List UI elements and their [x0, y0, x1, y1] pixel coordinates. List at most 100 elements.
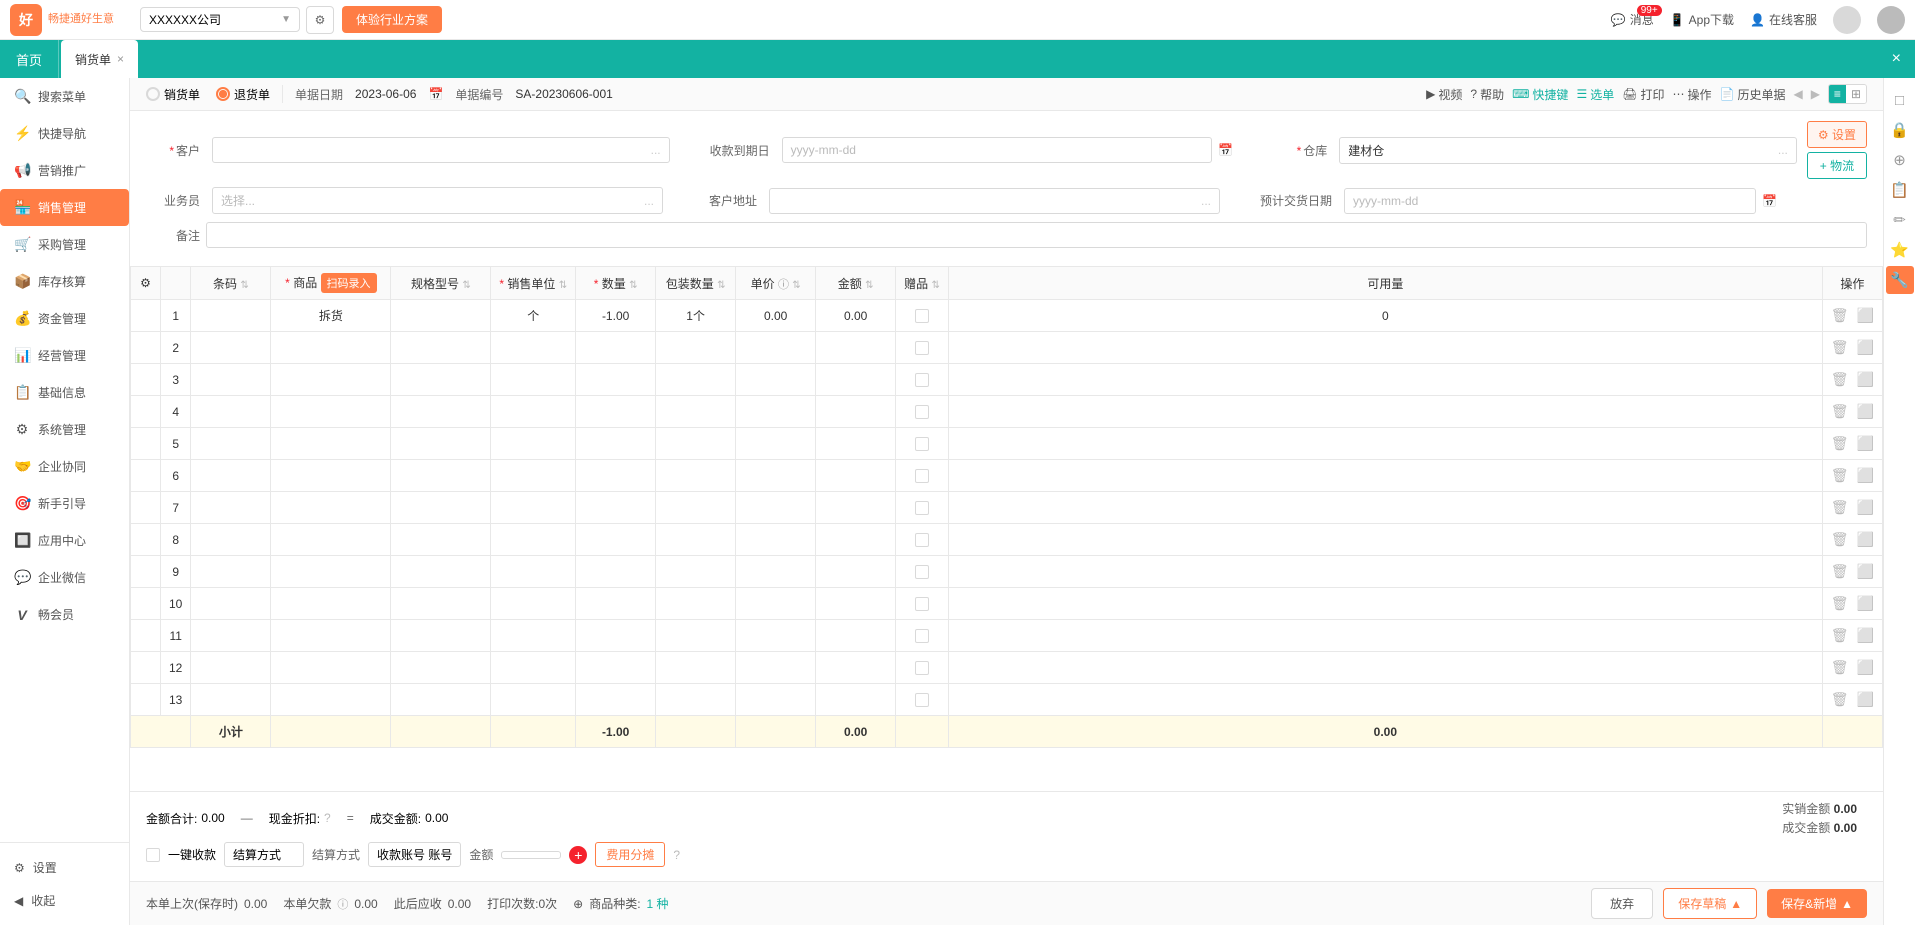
tab-close-icon[interactable]: × — [117, 52, 124, 66]
history-button[interactable]: 📄 历史单据 — [1719, 86, 1785, 103]
cell-unit-11[interactable] — [491, 652, 576, 684]
delete-icon-7[interactable]: 🗑 — [1831, 531, 1849, 548]
cell-price-3[interactable] — [736, 396, 816, 428]
cell-amount-4[interactable] — [816, 428, 896, 460]
cell-qty-3[interactable] — [576, 396, 656, 428]
cell-qty-11[interactable] — [576, 652, 656, 684]
cell-amount-10[interactable] — [816, 620, 896, 652]
print-button[interactable]: 🖨 打印 — [1622, 86, 1664, 103]
copy-icon-0[interactable]: ⬜ — [1857, 307, 1874, 324]
cell-barcode-11[interactable] — [191, 652, 271, 684]
cell-pkg-qty-1[interactable] — [656, 332, 736, 364]
cell-price-8[interactable] — [736, 556, 816, 588]
cell-price-0[interactable]: 0.00 — [736, 300, 816, 332]
cell-barcode-8[interactable] — [191, 556, 271, 588]
cell-unit-1[interactable] — [491, 332, 576, 364]
question-icon[interactable]: ? — [324, 811, 331, 825]
cell-spec-1[interactable] — [391, 332, 491, 364]
cell-spec-10[interactable] — [391, 620, 491, 652]
price-info-icon[interactable]: ⓘ — [778, 279, 789, 291]
shortcut-button[interactable]: ⌨ 快捷键 — [1512, 86, 1568, 103]
sort-unit-icon[interactable]: ⇅ — [559, 280, 567, 291]
cell-unit-8[interactable] — [491, 556, 576, 588]
app-download-button[interactable]: 📱 App下载 — [1670, 11, 1734, 28]
copy-icon-1[interactable]: ⬜ — [1857, 339, 1874, 356]
rp-icon-4[interactable]: 📋 — [1886, 176, 1914, 204]
due-date-input[interactable]: yyyy-mm-dd — [782, 137, 1213, 163]
cell-spec-2[interactable] — [391, 364, 491, 396]
cell-qty-1[interactable] — [576, 332, 656, 364]
one-click-pay-checkbox[interactable] — [146, 848, 160, 862]
action-button[interactable]: ⋯ 操作 — [1672, 86, 1711, 103]
cell-gift-10[interactable] — [896, 620, 949, 652]
scan-button[interactable]: 扫码录入 — [321, 273, 377, 293]
list-view-button[interactable]: ≡ — [1829, 85, 1846, 103]
cell-qty-8[interactable] — [576, 556, 656, 588]
cell-barcode-12[interactable] — [191, 684, 271, 716]
calendar-due-icon[interactable]: 📅 — [1218, 143, 1233, 157]
cell-spec-3[interactable] — [391, 396, 491, 428]
delete-icon-12[interactable]: 🗑 — [1831, 691, 1849, 708]
rp-icon-5[interactable]: ✏ — [1886, 206, 1914, 234]
cell-spec-4[interactable] — [391, 428, 491, 460]
save-new-button[interactable]: 保存&新增 ▲ — [1767, 889, 1867, 918]
copy-icon-4[interactable]: ⬜ — [1857, 435, 1874, 452]
sidebar-item-finance[interactable]: 💰 资金管理 — [0, 300, 129, 337]
cell-spec-8[interactable] — [391, 556, 491, 588]
radio-return-order[interactable]: 退货单 — [216, 86, 270, 103]
remark-input[interactable] — [206, 222, 1867, 248]
cell-unit-0[interactable]: 个 — [491, 300, 576, 332]
radio-sales-order[interactable]: 销货单 — [146, 86, 200, 103]
salesperson-input[interactable]: 选择... ... — [212, 187, 663, 214]
cell-unit-6[interactable] — [491, 492, 576, 524]
close-all-tabs-button[interactable]: × — [1878, 50, 1915, 68]
cell-price-5[interactable] — [736, 460, 816, 492]
copy-icon-9[interactable]: ⬜ — [1857, 595, 1874, 612]
cell-product-8[interactable] — [271, 556, 391, 588]
cell-gift-0[interactable] — [896, 300, 949, 332]
cell-barcode-4[interactable] — [191, 428, 271, 460]
cell-qty-6[interactable] — [576, 492, 656, 524]
product-type-value[interactable]: 1 种 — [647, 895, 669, 912]
cell-product-4[interactable] — [271, 428, 391, 460]
cell-unit-10[interactable] — [491, 620, 576, 652]
cell-pkg-qty-10[interactable] — [656, 620, 736, 652]
cell-amount-6[interactable] — [816, 492, 896, 524]
cell-pkg-qty-2[interactable] — [656, 364, 736, 396]
cell-gift-11[interactable] — [896, 652, 949, 684]
trial-button[interactable]: 体验行业方案 — [342, 6, 442, 33]
cell-barcode-5[interactable] — [191, 460, 271, 492]
copy-icon-11[interactable]: ⬜ — [1857, 659, 1874, 676]
cell-qty-2[interactable] — [576, 364, 656, 396]
cell-gift-7[interactable] — [896, 524, 949, 556]
save-draft-button[interactable]: 保存草稿 ▲ — [1663, 888, 1757, 919]
cell-price-9[interactable] — [736, 588, 816, 620]
amount-input[interactable] — [501, 851, 561, 859]
sidebar-item-app-center[interactable]: 🔲 应用中心 — [0, 522, 129, 559]
cell-unit-7[interactable] — [491, 524, 576, 556]
cell-amount-7[interactable] — [816, 524, 896, 556]
cell-gift-3[interactable] — [896, 396, 949, 428]
cell-spec-6[interactable] — [391, 492, 491, 524]
avatar[interactable] — [1833, 6, 1861, 34]
sidebar-settings-button[interactable]: ⚙ 设置 — [0, 851, 129, 884]
cell-barcode-1[interactable] — [191, 332, 271, 364]
sort-barcode-icon[interactable]: ⇅ — [240, 280, 248, 291]
cell-product-6[interactable] — [271, 492, 391, 524]
cell-unit-3[interactable] — [491, 396, 576, 428]
online-service-button[interactable]: 👤 在线客服 — [1750, 11, 1817, 28]
delete-icon-8[interactable]: 🗑 — [1831, 563, 1849, 580]
select-button[interactable]: ☰ 选单 — [1576, 86, 1614, 103]
cell-product-9[interactable] — [271, 588, 391, 620]
cell-price-6[interactable] — [736, 492, 816, 524]
cell-unit-5[interactable] — [491, 460, 576, 492]
cell-gift-2[interactable] — [896, 364, 949, 396]
company-selector[interactable]: XXXXXX公司 ▼ — [140, 7, 300, 32]
cell-product-7[interactable] — [271, 524, 391, 556]
messages-button[interactable]: 💬 消息 99+ — [1611, 11, 1654, 28]
cell-unit-9[interactable] — [491, 588, 576, 620]
cell-pkg-qty-11[interactable] — [656, 652, 736, 684]
copy-icon-3[interactable]: ⬜ — [1857, 403, 1874, 420]
sort-spec-icon[interactable]: ⇅ — [462, 280, 470, 291]
cell-pkg-qty-8[interactable] — [656, 556, 736, 588]
